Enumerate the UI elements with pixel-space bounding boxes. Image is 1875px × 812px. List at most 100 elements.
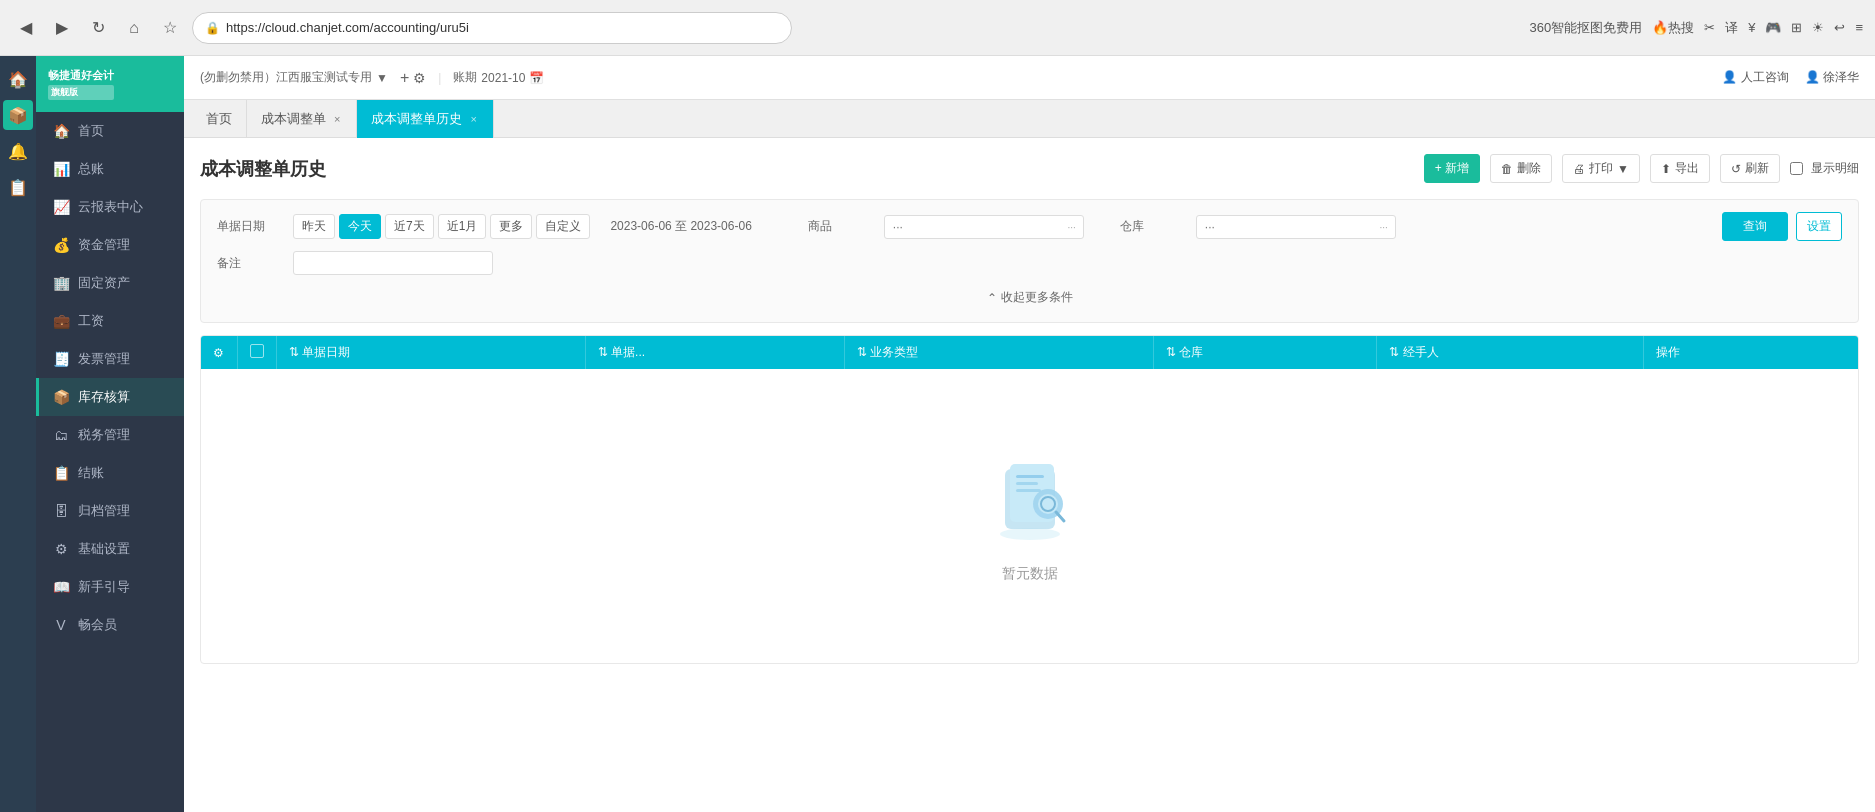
goods-select[interactable] — [884, 215, 1084, 239]
query-button[interactable]: 查询 — [1722, 212, 1788, 241]
tool-undo[interactable]: ↩ — [1834, 20, 1845, 35]
user-btn[interactable]: 👤 徐泽华 — [1805, 69, 1859, 86]
empty-text: 暂元数据 — [1002, 565, 1058, 583]
print-dropdown-icon[interactable]: ▼ — [1617, 162, 1629, 176]
user-icon: 👤 — [1805, 70, 1820, 84]
filter-setting-button[interactable]: 设置 — [1796, 212, 1842, 241]
date-btn-custom[interactable]: 自定义 — [536, 214, 590, 239]
home-button[interactable]: ⌂ — [120, 14, 148, 42]
date-btn-yesterday[interactable]: 昨天 — [293, 214, 335, 239]
th-number-label: ⇅ 单据... — [598, 344, 645, 361]
tool-menu[interactable]: ≡ — [1855, 20, 1863, 35]
new-button[interactable]: + 新增 — [1424, 154, 1480, 183]
sidebar-item-closing[interactable]: 📋 结账 — [36, 454, 184, 492]
th-warehouse-label: ⇅ 仓库 — [1166, 344, 1203, 361]
export-icon: ⬆ — [1661, 162, 1671, 176]
print-button[interactable]: 🖨 打印 ▼ — [1562, 154, 1640, 183]
browser-search[interactable]: 360智能抠图免费用 — [1529, 19, 1642, 37]
date-btn-more[interactable]: 更多 — [490, 214, 532, 239]
forward-button[interactable]: ▶ — [48, 14, 76, 42]
th-settings[interactable]: ⚙ — [201, 336, 237, 369]
rail-item-1[interactable]: 🏠 — [3, 64, 33, 94]
sidebar-item-guide[interactable]: 📖 新手引导 — [36, 568, 184, 606]
sidebar-item-settings[interactable]: ⚙ 基础设置 — [36, 530, 184, 568]
company-settings-icon[interactable]: ⚙ — [413, 70, 426, 86]
sidebar: 畅捷通好会计 旗舰版 🏠 首页 📊 总账 📈 云报表中心 💰 资金管理 🏢 固定… — [36, 56, 184, 812]
sidebar-item-inventory[interactable]: 📦 库存核算 — [36, 378, 184, 416]
tab-cost-adjustment-label: 成本调整单 — [261, 110, 326, 128]
tab-cost-adjustment-history[interactable]: 成本调整单历史 × — [357, 100, 493, 138]
delete-label: 删除 — [1517, 160, 1541, 177]
topbar: (勿删勿禁用）江西服宝测试专用 ▼ + ⚙ | 账期 2021-10 📅 👤 人… — [184, 56, 1875, 100]
sidebar-item-tax[interactable]: 🗂 税务管理 — [36, 416, 184, 454]
th-checkbox[interactable] — [237, 336, 276, 369]
page-title: 成本调整单历史 — [200, 157, 326, 181]
delete-icon: 🗑 — [1501, 162, 1513, 176]
tool-grid[interactable]: ⊞ — [1791, 20, 1802, 35]
date-btn-today[interactable]: 今天 — [339, 214, 381, 239]
tool-currency[interactable]: ¥ — [1748, 20, 1755, 35]
tool-sun[interactable]: ☀ — [1812, 20, 1824, 35]
th-operator[interactable]: ⇅ 经手人 — [1377, 336, 1643, 369]
hot-label[interactable]: 🔥热搜 — [1652, 19, 1694, 37]
date-btn-week[interactable]: 近7天 — [385, 214, 434, 239]
calendar-icon[interactable]: 📅 — [529, 71, 544, 85]
page-content: 成本调整单历史 + 新增 🗑 删除 🖨 打印 ▼ ⬆ 导出 — [184, 138, 1875, 812]
date-buttons: 昨天 今天 近7天 近1月 更多 自定义 — [293, 214, 590, 239]
display-toggle-checkbox[interactable] — [1790, 162, 1803, 175]
tab-cost-adjustment-close[interactable]: × — [332, 113, 342, 125]
remark-input[interactable] — [293, 251, 493, 275]
back-button[interactable]: ◀ — [12, 14, 40, 42]
tab-home[interactable]: 首页 — [192, 100, 247, 138]
tool-translate[interactable]: 译 — [1725, 19, 1738, 37]
sidebar-item-invoices[interactable]: 🧾 发票管理 — [36, 340, 184, 378]
sidebar-item-home[interactable]: 🏠 首页 — [36, 112, 184, 150]
topbar-right: 👤 人工咨询 👤 徐泽华 — [1722, 69, 1859, 86]
warehouse-select[interactable] — [1196, 215, 1396, 239]
sidebar-item-archive[interactable]: 🗄 归档管理 — [36, 492, 184, 530]
closing-icon: 📋 — [52, 465, 70, 481]
inventory-icon: 📦 — [52, 389, 70, 405]
sidebar-item-payroll[interactable]: 💼 工资 — [36, 302, 184, 340]
filter-row-2: 备注 — [217, 251, 1842, 275]
sidebar-item-ledger[interactable]: 📊 总账 — [36, 150, 184, 188]
th-operator-label: ⇅ 经手人 — [1389, 344, 1438, 361]
collapse-button[interactable]: ⌃ 收起更多条件 — [975, 285, 1085, 310]
company-dropdown-icon[interactable]: ▼ — [376, 71, 388, 85]
refresh-button[interactable]: ↺ 刷新 — [1720, 154, 1780, 183]
user-name: 徐泽华 — [1823, 70, 1859, 84]
guide-icon: 📖 — [52, 579, 70, 595]
sidebar-label-home: 首页 — [78, 122, 104, 140]
th-warehouse[interactable]: ⇅ 仓库 — [1154, 336, 1377, 369]
icon-rail: 🏠 📦 🔔 📋 — [0, 56, 36, 812]
empty-state: 暂元数据 — [201, 369, 1858, 663]
rail-item-active[interactable]: 📦 — [3, 100, 33, 130]
th-business-type[interactable]: ⇅ 业务类型 — [844, 336, 1153, 369]
export-button[interactable]: ⬆ 导出 — [1650, 154, 1710, 183]
tool-cut[interactable]: ✂ — [1704, 20, 1715, 35]
tab-cost-adjustment-history-close[interactable]: × — [468, 113, 478, 125]
star-button[interactable]: ☆ — [156, 14, 184, 42]
header-checkbox[interactable] — [250, 344, 264, 358]
tab-cost-adjustment[interactable]: 成本调整单 × — [247, 100, 357, 138]
sidebar-label-payroll: 工资 — [78, 312, 104, 330]
add-company-icon[interactable]: + — [400, 69, 409, 87]
sidebar-item-funds[interactable]: 💰 资金管理 — [36, 226, 184, 264]
date-btn-month[interactable]: 近1月 — [438, 214, 487, 239]
tool-game[interactable]: 🎮 — [1765, 20, 1781, 35]
rail-item-3[interactable]: 📋 — [3, 172, 33, 202]
th-number[interactable]: ⇅ 单据... — [585, 336, 844, 369]
sidebar-item-fixed-assets[interactable]: 🏢 固定资产 — [36, 264, 184, 302]
consult-btn[interactable]: 👤 人工咨询 — [1722, 69, 1788, 86]
sidebar-item-vip[interactable]: V 畅会员 — [36, 606, 184, 644]
th-date[interactable]: ⇅ 单据日期 — [276, 336, 585, 369]
refresh-button[interactable]: ↻ — [84, 14, 112, 42]
delete-button[interactable]: 🗑 删除 — [1490, 154, 1552, 183]
sidebar-item-reports[interactable]: 📈 云报表中心 — [36, 188, 184, 226]
display-toggle[interactable]: 显示明细 — [1790, 160, 1859, 177]
svg-rect-4 — [1016, 482, 1038, 485]
rail-item-2[interactable]: 🔔 — [3, 136, 33, 166]
display-toggle-label: 显示明细 — [1811, 160, 1859, 177]
address-bar[interactable]: 🔒 https://cloud.chanjet.com/accounting/u… — [192, 12, 792, 44]
th-actions: 操作 — [1643, 336, 1858, 369]
